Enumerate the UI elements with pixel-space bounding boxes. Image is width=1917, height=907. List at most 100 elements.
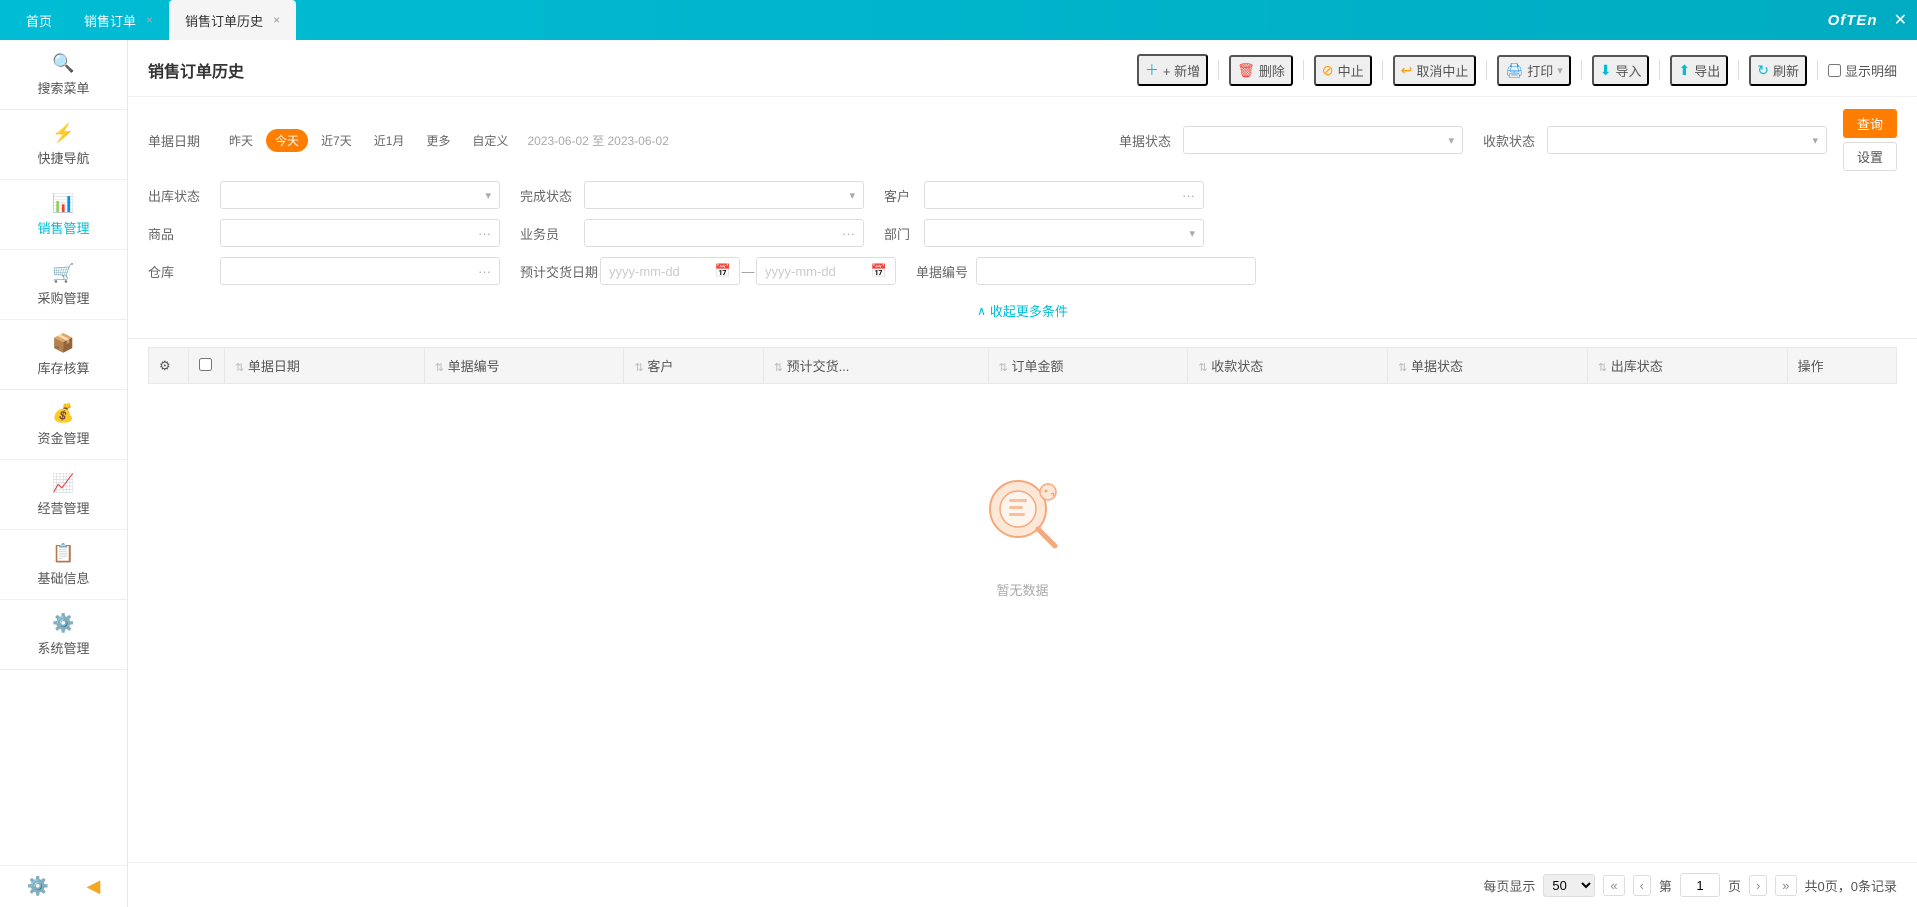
print-button[interactable]: 🖨 打印 ▾ [1497, 55, 1570, 86]
salesperson-dots-icon: ··· [842, 226, 855, 241]
tab-sales-order-close[interactable]: × [146, 13, 153, 27]
page-number-input[interactable] [1680, 873, 1720, 897]
table-checkbox-th[interactable] [189, 348, 225, 384]
customer-dots-icon: ··· [1182, 188, 1195, 203]
last-page-btn[interactable]: » [1775, 875, 1796, 896]
page-size-select[interactable]: 50 10 20 100 [1543, 874, 1595, 897]
sidebar-item-sales-mgmt[interactable]: 📊 销售管理 [0, 180, 127, 250]
sidebar-collapse-icon[interactable]: ◀ [86, 876, 100, 897]
product-select[interactable]: ··· [220, 219, 500, 247]
search-button[interactable]: 查询 [1843, 109, 1897, 138]
th-outbound-status[interactable]: ⇅ 出库状态 [1587, 348, 1787, 384]
receipt-status-select[interactable]: ▾ [1547, 126, 1827, 154]
window-close-btn[interactable]: ✕ [1894, 10, 1907, 30]
sidebar-item-operations[interactable]: 📈 经营管理 [0, 460, 127, 530]
chevron-up-icon: ∧ [977, 304, 986, 318]
sort-order-amount-icon: ⇅ [999, 362, 1008, 374]
table-settings-icon[interactable]: ⚙ [159, 358, 171, 373]
basic-info-icon: 📋 [53, 542, 75, 564]
bill-status-chevron-icon: ▾ [1448, 134, 1454, 147]
collapse-more-btn[interactable]: ∧ 收起更多条件 [148, 295, 1897, 326]
page-size-label: 每页显示 [1483, 876, 1535, 895]
toolbar-sep-4 [1486, 60, 1487, 80]
cancel-stop-icon: ↩ [1401, 62, 1413, 79]
settings-filter-button[interactable]: 设置 [1843, 142, 1897, 171]
table-settings-th[interactable]: ⚙ [149, 348, 189, 384]
sidebar-item-inventory[interactable]: 📦 库存核算 [0, 320, 127, 390]
sidebar-item-basic-info[interactable]: 📋 基础信息 [0, 530, 127, 600]
empty-state: 暂无数据 [148, 384, 1897, 679]
sidebar-item-quick-nav[interactable]: ⚡ 快捷导航 [0, 110, 127, 180]
toolbar: ＋ + 新增 🗑 删除 ⊘ 中止 ↩ 取消中止 [1137, 54, 1897, 86]
th-customer[interactable]: ⇅ 客户 [624, 348, 763, 384]
page-header: 销售订单历史 ＋ + 新增 🗑 删除 ⊘ 中止 ↩ [128, 40, 1917, 97]
tab-home[interactable]: 首页 [10, 0, 68, 40]
delete-button[interactable]: 🗑 删除 [1229, 55, 1293, 86]
sidebar-item-purchase-mgmt[interactable]: 🛒 采购管理 [0, 250, 127, 320]
date-pill-yesterday[interactable]: 昨天 [220, 129, 262, 152]
tab-sales-order-history-close[interactable]: × [273, 13, 280, 27]
bill-status-select[interactable]: ▾ [1183, 126, 1463, 154]
date-pill-1month[interactable]: 近1月 [365, 129, 414, 152]
new-button[interactable]: ＋ + 新增 [1137, 54, 1208, 86]
th-bill-no[interactable]: ⇅ 单据编号 [424, 348, 624, 384]
date-range-text: 2023-06-02 至 2023-06-02 [527, 132, 668, 149]
export-button[interactable]: ⬆ 导出 [1670, 55, 1728, 86]
select-all-checkbox[interactable] [199, 358, 212, 371]
outbound-status-select[interactable]: ▾ [220, 181, 500, 209]
filter-row-3: 商品 ··· 业务员 ··· 部门 ▾ [148, 219, 1897, 247]
th-bill-status[interactable]: ⇅ 单据状态 [1388, 348, 1588, 384]
stop-button[interactable]: ⊘ 中止 [1314, 55, 1372, 86]
toolbar-sep-7 [1738, 60, 1739, 80]
sort-receipt-status-icon: ⇅ [1198, 362, 1207, 374]
toolbar-sep-5 [1581, 60, 1582, 80]
show-detail-checkbox[interactable] [1828, 64, 1841, 77]
th-expected-date[interactable]: ⇅ 预计交货... [763, 348, 988, 384]
import-button[interactable]: ⬇ 导入 [1592, 55, 1650, 86]
next-page-btn[interactable]: › [1749, 875, 1767, 896]
sidebar-item-search-menu[interactable]: 🔍 搜索菜单 [0, 40, 127, 110]
date-label: 单据日期 [148, 131, 220, 150]
show-detail-checkbox-label[interactable]: 显示明细 [1828, 61, 1897, 80]
expected-date-label: 预计交货日期 [520, 262, 600, 281]
sort-bill-status-icon: ⇅ [1398, 362, 1407, 374]
tab-sales-order-history[interactable]: 销售订单历史 × [169, 0, 296, 40]
th-bill-date[interactable]: ⇅ 单据日期 [225, 348, 425, 384]
expected-date-from[interactable]: yyyy-mm-dd 📅 [600, 257, 740, 285]
salesperson-select[interactable]: ··· [584, 219, 864, 247]
department-chevron-icon: ▾ [1189, 227, 1195, 240]
pagination-bar: 每页显示 50 10 20 100 « ‹ 第 页 › » 共0页，0条记录 [128, 862, 1917, 907]
cancel-stop-button[interactable]: ↩ 取消中止 [1393, 55, 1477, 86]
sidebar-item-system-mgmt[interactable]: ⚙️ 系统管理 [0, 600, 127, 670]
expected-date-to[interactable]: yyyy-mm-dd 📅 [756, 257, 896, 285]
date-pill-today[interactable]: 今天 [266, 129, 308, 152]
table-area: ⚙ ⇅ 单据日期 ⇅ 单据编号 ⇅ 客户 ⇅ 预计交货... ⇅ 订单金额 ⇅ … [128, 339, 1917, 862]
date-pill-7days[interactable]: 近7天 [312, 129, 361, 152]
department-label: 部门 [884, 224, 924, 243]
customer-select[interactable]: ··· [924, 181, 1204, 209]
date-filter-control: 昨天 今天 近7天 近1月 更多 自定义 2023-06-02 至 2023-0… [220, 129, 1119, 152]
department-select[interactable]: ▾ [924, 219, 1204, 247]
date-pill-custom[interactable]: 自定义 [463, 129, 517, 152]
complete-status-select[interactable]: ▾ [584, 181, 864, 209]
content-area: 销售订单历史 ＋ + 新增 🗑 删除 ⊘ 中止 ↩ [128, 40, 1917, 907]
th-receipt-status[interactable]: ⇅ 收款状态 [1188, 348, 1388, 384]
tab-sales-order[interactable]: 销售订单 × [68, 0, 169, 40]
new-icon: ＋ [1145, 60, 1159, 80]
bill-no-input[interactable] [976, 257, 1256, 285]
filter-area: 单据日期 昨天 今天 近7天 近1月 更多 自定义 2023-06-02 至 2… [128, 97, 1917, 339]
prev-page-btn[interactable]: ‹ [1633, 875, 1651, 896]
warehouse-select[interactable]: ··· [220, 257, 500, 285]
sidebar-settings-icon[interactable]: ⚙️ [27, 876, 49, 897]
date-pill-more[interactable]: 更多 [417, 129, 459, 152]
th-operation: 操作 [1787, 348, 1896, 384]
toolbar-sep-2 [1303, 60, 1304, 80]
sort-customer-icon: ⇅ [634, 362, 643, 374]
th-order-amount[interactable]: ⇅ 订单金额 [988, 348, 1188, 384]
sidebar-item-finance[interactable]: 💰 资金管理 [0, 390, 127, 460]
warehouse-dots-icon: ··· [478, 264, 491, 279]
table-header-row: ⚙ ⇅ 单据日期 ⇅ 单据编号 ⇅ 客户 ⇅ 预计交货... ⇅ 订单金额 ⇅ … [149, 348, 1897, 384]
refresh-button[interactable]: ↻ 刷新 [1749, 55, 1807, 86]
first-page-btn[interactable]: « [1603, 875, 1624, 896]
customer-label: 客户 [884, 186, 924, 205]
